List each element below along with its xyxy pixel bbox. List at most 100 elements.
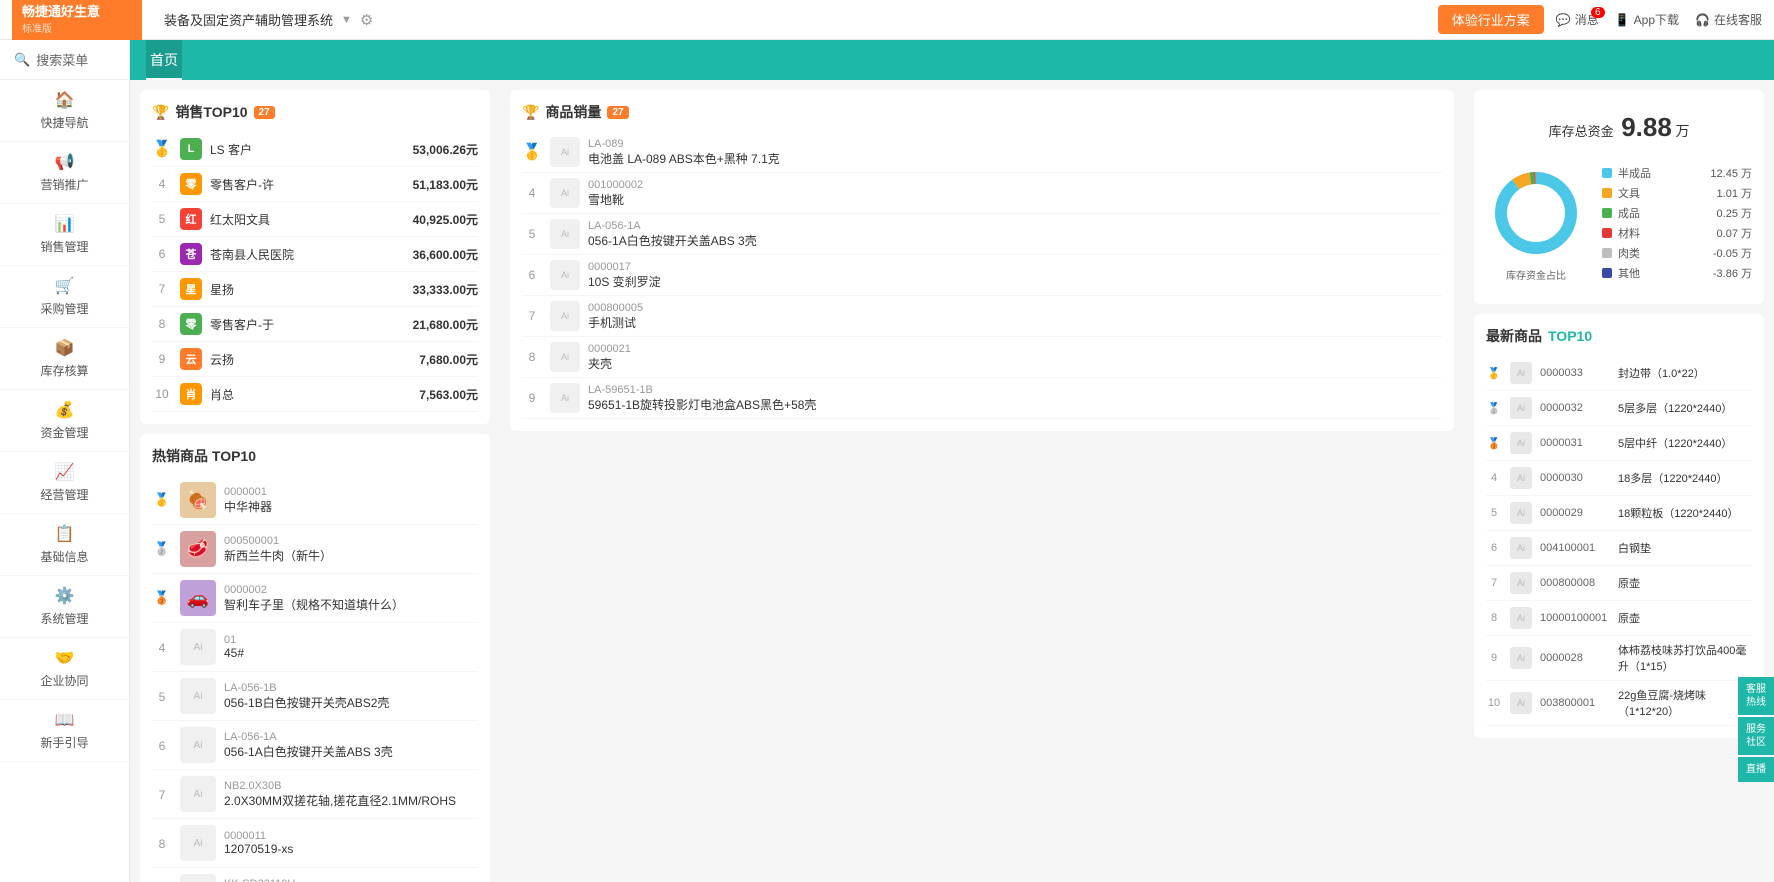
sidebar-item-quick-nav[interactable]: 🏠 快捷导航 (0, 80, 129, 142)
hot-code-9: KK-SD22110H (224, 878, 478, 882)
sidebar-label-inventory: 库存核算 (40, 362, 88, 379)
hot-info-8: 0000011 12070519-xs (224, 830, 478, 856)
medal-gold-icon: 🥇 (154, 492, 170, 507)
product-sales-title: 🏆 商品销量 27 (522, 102, 1442, 122)
topbar: 畅捷通好生意 标准版 装备及固定资产辅助管理系统 ▼ ⚙ 体验行业方案 💬 消息… (0, 0, 1774, 40)
prod-thumb-5: Ai (550, 260, 580, 290)
rank-item-6: 7 星 星扬 33,333.00元 (152, 272, 478, 307)
nav-home[interactable]: 首页 (146, 40, 182, 80)
legend-val-3: 0.07 万 (1717, 225, 1752, 241)
service-label: 在线客服 (1714, 11, 1762, 28)
message-icon: 💬 (1556, 13, 1571, 27)
hot-code-1: 0000001 (224, 486, 478, 498)
new-rank-9: 9 (1486, 652, 1502, 664)
chevron-down-icon: ▼ (341, 14, 352, 26)
enterprise-icon: 🤝 (55, 648, 75, 668)
sidebar-label-guide: 新手引导 (40, 734, 88, 751)
logo: 畅捷通好生意 标准版 (12, 0, 142, 40)
rank-amount-5: 36,600.00元 (413, 246, 478, 263)
rank-num-6: 7 (152, 282, 172, 296)
gear-icon[interactable]: ⚙ (360, 11, 373, 29)
new-item-3: 🥉 Ai 0000031 5层中纤（1220*2440） (1486, 426, 1752, 461)
sidebar-item-marketing[interactable]: 📢 营销推广 (0, 142, 129, 204)
rank-name-1: LS 客户 (210, 141, 405, 158)
hot-products-title-text: 热销商品 TOP10 (152, 446, 256, 466)
new-code-5: 0000029 (1540, 507, 1610, 519)
hot-info-6: LA-056-1A 056-1A白色按键开关盖ABS 3壳 (224, 731, 478, 760)
live-stream-button[interactable]: 直播 (1738, 757, 1774, 782)
app-download-button[interactable]: 📱 App下载 (1615, 11, 1679, 28)
sidebar-label-marketing: 营销推广 (40, 176, 88, 193)
prod-thumb-7: Ai (550, 342, 580, 372)
main-content: 首页 🏆 销售TOP10 27 🥇 L (130, 40, 1774, 882)
new-thumb-4: Ai (1510, 467, 1532, 489)
prod-rank-7: 8 Ai 0000021 夹壳 (522, 337, 1442, 378)
system-selector[interactable]: 装备及固定资产辅助管理系统 ▼ ⚙ (154, 10, 1426, 29)
middle-panel: 🏆 商品销量 27 🥇 Ai LA-089 电池盖 LA-089 ABS本色+黑… (500, 80, 1464, 882)
prod-rank-6: 7 Ai 000800005 手机测试 (522, 296, 1442, 337)
new-code-8: 10000100001 (1540, 612, 1610, 624)
sidebar-item-basic-info[interactable]: 📋 基础信息 (0, 514, 129, 576)
search-label: 搜索菜单 (36, 50, 88, 69)
new-thumb-1: Ai (1510, 362, 1532, 384)
new-rank-10: 10 (1486, 697, 1502, 709)
new-name-4: 18多层（1220*2440） (1618, 470, 1752, 486)
service-community-button[interactable]: 服务社区 (1738, 717, 1774, 755)
hot-products-card: 热销商品 TOP10 🥇 🍖 0000001 中华神器 (140, 434, 490, 882)
rank-num-5: 6 (152, 247, 172, 261)
online-service-button[interactable]: 🎧 在线客服 (1695, 11, 1762, 28)
legend-dot-1 (1602, 188, 1612, 198)
sidebar-item-guide[interactable]: 📖 新手引导 (0, 700, 129, 762)
sidebar-label-enterprise: 企业协同 (40, 672, 88, 689)
new-code-3: 0000031 (1540, 437, 1610, 449)
sidebar-item-sales[interactable]: 📊 销售管理 (0, 204, 129, 266)
system-icon: ⚙️ (55, 586, 75, 606)
search-menu[interactable]: 🔍 搜索菜单 (0, 40, 129, 80)
rank-name-7: 零售客户-于 (210, 316, 405, 333)
new-thumb-9: Ai (1510, 647, 1532, 669)
rank-amount-7: 21,680.00元 (413, 316, 478, 333)
guide-icon: 📖 (55, 710, 75, 730)
inventory-total: 库存总资金 9.88 万 (1486, 102, 1752, 153)
rank-item-7: 8 零 零售客户-于 21,680.00元 (152, 307, 478, 342)
legend-dot-0 (1602, 168, 1612, 178)
sidebar-item-operations[interactable]: 📈 经营管理 (0, 452, 129, 514)
new-item-4: 4 Ai 0000030 18多层（1220*2440） (1486, 461, 1752, 496)
rank-name-6: 星扬 (210, 281, 405, 298)
sidebar-label-sales: 销售管理 (40, 238, 88, 255)
sidebar-item-system[interactable]: ⚙️ 系统管理 (0, 576, 129, 638)
sidebar-item-finance[interactable]: 💰 资金管理 (0, 390, 129, 452)
prod-code-3: 001000002 (588, 179, 1442, 191)
rank-amount-3: 51,183.00元 (413, 176, 478, 193)
hot-info-3: 0000002 智利车子里（规格不知道填什么） (224, 584, 478, 613)
rank-num-7: 8 (152, 317, 172, 331)
new-rank-1: 🥇 (1486, 367, 1502, 380)
prod-ranknum-7: 8 (522, 350, 542, 364)
hot-code-4: 01 (224, 634, 478, 646)
trial-button[interactable]: 体验行业方案 (1438, 5, 1544, 34)
sidebar-item-inventory[interactable]: 📦 库存核算 (0, 328, 129, 390)
hot-info-1: 0000001 中华神器 (224, 486, 478, 515)
hot-info-2: 000500001 新西兰牛肉（新牛） (224, 535, 478, 564)
legend-val-1: 1.01 万 (1717, 185, 1752, 201)
new-products-top10-label: TOP10 (1548, 328, 1592, 344)
prod-ranknum-6: 7 (522, 309, 542, 323)
customer-hotline-button[interactable]: 客服热线 (1738, 677, 1774, 715)
legend-name-3: 材料 (1618, 225, 1711, 241)
rank-badge-3: 零 (180, 173, 202, 195)
sales-top10-title: 🏆 销售TOP10 27 (152, 102, 478, 122)
new-rank-3: 🥉 (1486, 437, 1502, 450)
hot-thumb-4: Ai (180, 629, 216, 665)
hot-name-6: 056-1A白色按键开关盖ABS 3壳 (224, 743, 478, 760)
legend-dot-3 (1602, 228, 1612, 238)
legend-name-5: 其他 (1618, 265, 1707, 281)
sidebar-item-enterprise[interactable]: 🤝 企业协同 (0, 638, 129, 700)
new-name-10: 22g鱼豆腐-烧烤味（1*12*20） (1618, 687, 1752, 719)
new-thumb-10: Ai (1510, 692, 1532, 714)
message-button[interactable]: 💬 消息 6 (1556, 11, 1599, 28)
prod-ranknum-5: 6 (522, 268, 542, 282)
sidebar-item-purchase[interactable]: 🛒 采购管理 (0, 266, 129, 328)
legend-item-0: 半成品 12.45 万 (1602, 165, 1752, 181)
hot-thumb-8: Ai (180, 825, 216, 861)
hot-info-5: LA-056-1B 056-1B白色按键开关壳ABS2壳 (224, 682, 478, 711)
